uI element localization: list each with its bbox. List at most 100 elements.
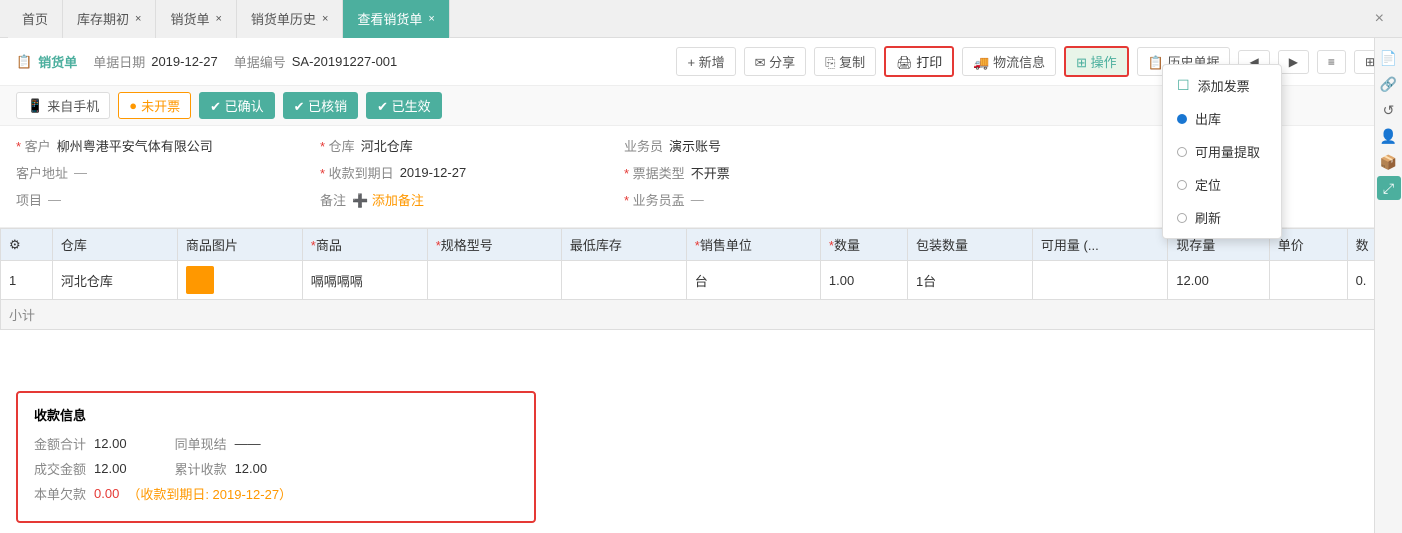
tab-close-check[interactable]: ×: [428, 13, 434, 25]
col-settings[interactable]: ⚙: [1, 229, 53, 261]
cell-product-img: [177, 261, 302, 300]
sidebar-doc-icon[interactable]: 📄: [1377, 46, 1401, 70]
warehouse-field: 仓库 河北仓库: [320, 136, 600, 155]
subtotal-row: 小计: [1, 300, 1402, 330]
share-button[interactable]: ✉ 分享: [744, 47, 807, 76]
add-note-button[interactable]: ➕ 添加备注: [352, 190, 424, 209]
date-value: 2019-12-27: [151, 54, 218, 69]
no-value: SA-20191227-001: [292, 54, 398, 69]
due-date-field: 收款到期日 2019-12-27: [320, 163, 600, 182]
staff2-field: 业务员盂 —: [624, 190, 904, 209]
sidebar-user-icon[interactable]: 👤: [1377, 124, 1401, 148]
address-value: —: [74, 165, 87, 180]
col-model: *规格型号: [427, 229, 561, 261]
dropdown-refresh[interactable]: 刷新: [1163, 201, 1281, 234]
print-button[interactable]: 🖨 打印: [884, 46, 954, 77]
col-available: 可用量 (...: [1032, 229, 1167, 261]
radio-icon-2: [1177, 180, 1187, 190]
cell-available: [1032, 261, 1167, 300]
due-date-label: 收款到期日: [320, 163, 394, 182]
operations-button[interactable]: ⊞ 操作: [1064, 46, 1129, 77]
sidebar-rotate-icon[interactable]: ↺: [1377, 98, 1401, 122]
amount-total-value: 12.00: [94, 436, 127, 451]
warehouse-label: 仓库: [320, 136, 355, 155]
radio-icon-3: [1177, 213, 1187, 223]
tab-close-history[interactable]: ×: [322, 13, 328, 25]
not-open-button[interactable]: ● 未开票: [118, 92, 191, 119]
add-invoice-label: 添加发票: [1198, 76, 1250, 95]
copy-button[interactable]: ⎘ 复制: [814, 47, 876, 76]
col-product: *商品: [302, 229, 427, 261]
same-order-settle-field: 同单现结 ——: [175, 434, 261, 453]
from-phone-button[interactable]: 📱 来自手机: [16, 92, 110, 119]
customer-value: 柳州粤港平安气体有限公司: [57, 136, 213, 155]
available-qty-label: 可用量提取: [1195, 142, 1260, 161]
cell-unit: 台: [686, 261, 820, 300]
payment-row-2: 成交金额 12.00 累计收款 12.00: [34, 459, 518, 478]
payment-title: 收款信息: [34, 405, 518, 424]
deal-amount-label: 成交金额: [34, 459, 86, 478]
close-all-button[interactable]: ×: [1365, 10, 1394, 28]
dropdown-available-qty[interactable]: 可用量提取: [1163, 135, 1281, 168]
view-list-button[interactable]: ≡: [1317, 50, 1346, 74]
dropdown-add-invoice[interactable]: ☐ 添加发票: [1163, 69, 1281, 102]
accumulated-payment-label: 累计收款: [175, 459, 227, 478]
tab-home[interactable]: 首页: [8, 0, 63, 38]
accumulated-payment-value: 12.00: [235, 461, 268, 476]
radio-icon: [1177, 147, 1187, 157]
tab-close-inventory[interactable]: ×: [135, 13, 141, 25]
col-min-stock: 最低库存: [561, 229, 686, 261]
operations-dropdown: ☐ 添加发票 出库 可用量提取 定位 刷新: [1162, 64, 1282, 239]
nav-next-button[interactable]: ▶: [1278, 50, 1309, 74]
due-date-value: 2019-12-27: [400, 165, 467, 180]
cell-quantity: 1.00: [820, 261, 907, 300]
date-label: 单据日期: [93, 52, 145, 71]
radio-selected-icon: [1177, 114, 1187, 124]
staff-value: 演示账号: [669, 136, 721, 155]
ticket-type-label: 票据类型: [624, 163, 685, 182]
cell-no: 1: [1, 261, 53, 300]
sidebar-package-icon[interactable]: 📦: [1377, 150, 1401, 174]
tab-sales-history[interactable]: 销货单历史 ×: [237, 0, 343, 38]
outbound-label: 出库: [1195, 109, 1221, 128]
amount-total-field: 金额合计 12.00: [34, 434, 127, 453]
dropdown-locate[interactable]: 定位: [1163, 168, 1281, 201]
table-row: 1 河北仓库 嗝嗝嗝嗝 台 1.00 1台 12.00: [1, 261, 1402, 300]
tab-inventory-start[interactable]: 库存期初 ×: [63, 0, 156, 38]
project-label: 项目: [16, 190, 42, 209]
deal-amount-field: 成交金额 12.00: [34, 459, 127, 478]
add-button[interactable]: + 新增: [676, 47, 735, 76]
product-thumbnail: [186, 266, 214, 294]
voided-badge[interactable]: ✔ 已核销: [283, 92, 359, 119]
col-product-img: 商品图片: [177, 229, 302, 261]
tab-sales-order[interactable]: 销货单 ×: [156, 0, 236, 38]
checkbox-icon: ☐: [1177, 77, 1190, 94]
staff-field: 业务员 演示账号: [624, 136, 904, 155]
same-order-settle-value: ——: [235, 436, 261, 451]
staff2-value: —: [691, 192, 704, 207]
staff-label: 业务员: [624, 136, 663, 155]
col-pack-qty: 包装数量: [907, 229, 1032, 261]
cell-product: 嗝嗝嗝嗝: [302, 261, 427, 300]
logistics-button[interactable]: 🚚 物流信息: [962, 47, 1056, 76]
warehouse-value: 河北仓库: [361, 136, 413, 155]
dropdown-outbound[interactable]: 出库: [1163, 102, 1281, 135]
effective-badge[interactable]: ✔ 已生效: [366, 92, 442, 119]
sidebar-link-icon[interactable]: 🔗: [1377, 72, 1401, 96]
staff2-label: 业务员盂: [624, 190, 685, 209]
ticket-type-field: 票据类型 不开票: [624, 163, 904, 182]
note-label: 备注: [320, 190, 346, 209]
outstanding-field: 本单欠款 0.00 （收款到期日: 2019-12-27）: [34, 484, 292, 503]
confirmed-badge[interactable]: ✔ 已确认: [199, 92, 275, 119]
tab-close-sales[interactable]: ×: [215, 13, 221, 25]
outstanding-suffix: （收款到期日: 2019-12-27）: [127, 484, 292, 503]
tab-check-sales[interactable]: 查看销货单 ×: [343, 0, 449, 38]
note-field: 备注 ➕ 添加备注: [320, 190, 600, 209]
deal-amount-value: 12.00: [94, 461, 127, 476]
doc-title-area: 📋 销货单: [16, 52, 77, 71]
cell-current-stock: 12.00: [1168, 261, 1269, 300]
sidebar-expand-icon[interactable]: ⤢: [1377, 176, 1401, 200]
cell-warehouse: 河北仓库: [52, 261, 177, 300]
bottom-section: 收款信息 金额合计 12.00 同单现结 —— 成交金额 12.00: [0, 381, 1402, 533]
doc-title-text: 销货单: [38, 52, 77, 71]
